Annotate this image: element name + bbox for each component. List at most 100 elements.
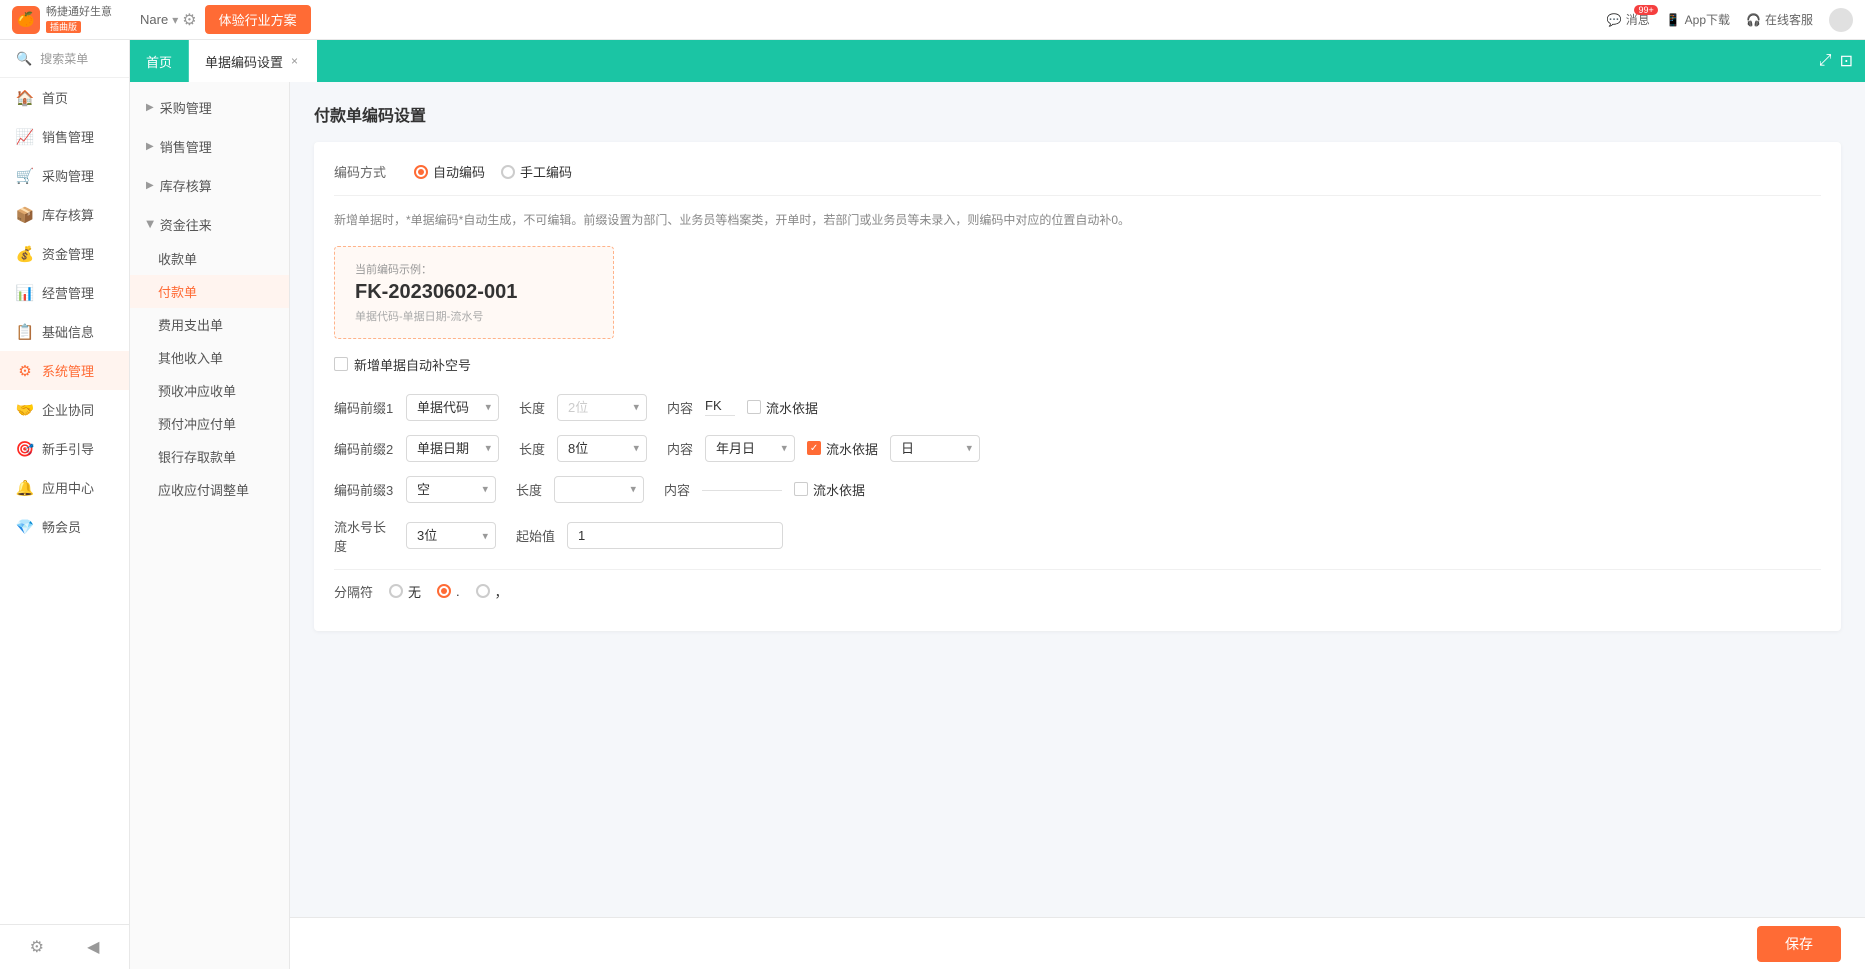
sub-sidebar-group-sales[interactable]: ▶ 销售管理 — [130, 129, 289, 164]
serial1-checkbox-box[interactable] — [747, 400, 761, 414]
serial2-checkbox-box[interactable]: ✓ — [807, 441, 821, 455]
serial3-checkbox-box[interactable] — [794, 482, 808, 496]
radio-sep-comma-icon — [476, 584, 490, 598]
sidebar-item-basics[interactable]: 📋 基础信息 — [0, 312, 129, 351]
length1-select-wrapper[interactable]: 2位 — [557, 394, 647, 421]
serial-length-label: 流水号长度 — [334, 517, 394, 555]
sub-sidebar: ▶ 采购管理 ▶ 销售管理 ▶ 库存核算 — [130, 82, 290, 969]
purchase-arrow-icon: ▶ — [146, 102, 154, 113]
page-title: 付款单编码设置 — [314, 102, 1841, 126]
tab-maximize-icon[interactable]: ⤢ — [1819, 52, 1832, 70]
top-bar-nav[interactable]: Nare ▾ ⚙ — [140, 10, 197, 30]
length3-select-wrapper[interactable] — [554, 476, 644, 503]
top-bar-left: 🍊 畅捷通好生意 插曲版 Nare ▾ ⚙ 体验行业方案 — [12, 5, 311, 34]
radio-sep-comma[interactable]: ， — [476, 582, 508, 601]
sub-sidebar-group-fund[interactable]: ▶ 资金往来 — [130, 207, 289, 242]
sub-sidebar-group-purchase[interactable]: ▶ 采购管理 — [130, 90, 289, 125]
nav-chevron-icon[interactable]: ▾ — [172, 13, 178, 27]
length2-label: 长度 — [519, 439, 545, 458]
sub-sidebar-leaf-pre-payable[interactable]: 预付冲应付单 — [130, 407, 289, 440]
app-download-button[interactable]: 📱 App下载 — [1666, 11, 1730, 28]
radio-sep-none[interactable]: 无 — [389, 582, 421, 601]
sub-sidebar-leaf-expense[interactable]: 费用支出单 — [130, 308, 289, 341]
online-service-button[interactable]: 🎧 在线客服 — [1746, 11, 1813, 28]
sidebar-bottom: ⚙ ◀ — [0, 924, 129, 969]
content1-label: 内容 — [667, 398, 693, 417]
serial3-checkbox[interactable]: 流水依据 — [794, 480, 865, 499]
sidebar-item-system[interactable]: ⚙ 系统管理 — [0, 351, 129, 390]
sidebar-item-sales[interactable]: 📈 销售管理 — [0, 117, 129, 156]
sidebar-item-finance[interactable]: 💰 资金管理 — [0, 234, 129, 273]
sidebar-settings-icon[interactable]: ⚙ — [26, 933, 48, 961]
prefix3-select[interactable]: 空 — [406, 476, 496, 503]
code-preview-label: 当前编码示例： — [355, 261, 593, 277]
start-value-input[interactable] — [567, 522, 783, 549]
auto-fill-checkbox[interactable] — [334, 357, 348, 371]
sub-sidebar-leaf-payment[interactable]: 付款单 — [130, 275, 289, 308]
message-button[interactable]: 💬 消息 99+ — [1607, 11, 1650, 28]
length2-select[interactable]: 8位 — [557, 435, 647, 462]
message-badge: 99+ — [1634, 5, 1657, 15]
settings-icon[interactable]: ⚙ — [182, 10, 196, 30]
prefix1-select[interactable]: 单据代码 — [406, 394, 499, 421]
serial1-checkbox[interactable]: 流水依据 — [747, 398, 818, 417]
sidebar-item-apps[interactable]: 🔔 应用中心 — [0, 468, 129, 507]
sub-sidebar-leaf-adjustment[interactable]: 应收应付调整单 — [130, 473, 289, 506]
sidebar-item-home[interactable]: 🏠 首页 — [0, 78, 129, 117]
main-layout: 🔍 搜索菜单 🏠 首页 📈 销售管理 🛒 采购管理 📦 库存核算 💰 资金管理 … — [0, 40, 1865, 969]
prefix3-label: 编码前缀3 — [334, 480, 394, 499]
length3-select[interactable] — [554, 476, 644, 503]
system-icon: ⚙ — [16, 362, 34, 380]
sales-arrow-icon: ▶ — [146, 141, 154, 152]
prefix1-label: 编码前缀1 — [334, 398, 394, 417]
prefix3-select-wrapper[interactable]: 空 — [406, 476, 496, 503]
save-button[interactable]: 保存 — [1757, 926, 1841, 962]
sub-sidebar-leaf-pre-receivable[interactable]: 预收冲应收单 — [130, 374, 289, 407]
prefix2-select[interactable]: 单据日期 — [406, 435, 499, 462]
sidebar-item-guide[interactable]: 🎯 新手引导 — [0, 429, 129, 468]
radio-manual-encode[interactable]: 手工编码 — [501, 162, 572, 181]
divider — [334, 569, 1821, 570]
inventory-icon: 📦 — [16, 206, 34, 224]
sub-sidebar-group-inventory[interactable]: ▶ 库存核算 — [130, 168, 289, 203]
serial2-period-wrapper[interactable]: 日 — [890, 435, 980, 462]
guide-icon: 🎯 — [16, 440, 34, 458]
sub-sidebar-leaf-bank[interactable]: 银行存取款单 — [130, 440, 289, 473]
sidebar-item-enterprise[interactable]: 🤝 企业协同 — [0, 390, 129, 429]
sidebar-item-operations[interactable]: 📊 经营管理 — [0, 273, 129, 312]
sidebar-item-purchase[interactable]: 🛒 采购管理 — [0, 156, 129, 195]
length2-select-wrapper[interactable]: 8位 — [557, 435, 647, 462]
encode-method-row: 编码方式 自动编码 手工编码 — [334, 162, 1821, 196]
serial-length-select[interactable]: 3位 — [406, 522, 496, 549]
code-preview-value: FK-20230602-001 — [355, 281, 593, 304]
sidebar-item-inventory[interactable]: 📦 库存核算 — [0, 195, 129, 234]
radio-sep-dot[interactable]: . — [437, 584, 460, 599]
prefix2-label: 编码前缀2 — [334, 439, 394, 458]
tab-encoding-settings[interactable]: 单据编码设置 × — [189, 40, 317, 82]
search-icon: 🔍 — [16, 51, 32, 67]
sub-sidebar-section-inventory: ▶ 库存核算 — [130, 168, 289, 203]
tab-close-icon[interactable]: × — [289, 52, 300, 70]
tab-home[interactable]: 首页 — [130, 40, 189, 82]
auto-fill-row[interactable]: 新增单据自动补空号 — [334, 355, 1821, 374]
sidebar-search[interactable]: 🔍 搜索菜单 — [0, 40, 129, 78]
radio-sep-none-icon — [389, 584, 403, 598]
user-avatar[interactable] — [1829, 8, 1853, 32]
sub-sidebar-leaf-receipt[interactable]: 收款单 — [130, 242, 289, 275]
prefix1-select-wrapper[interactable]: 单据代码 — [406, 394, 499, 421]
finance-icon: 💰 — [16, 245, 34, 263]
length1-select[interactable]: 2位 — [557, 394, 647, 421]
serial2-checkbox[interactable]: ✓ 流水依据 — [807, 439, 878, 458]
trial-button[interactable]: 体验行业方案 — [205, 5, 311, 34]
sidebar-item-member[interactable]: 💎 畅会员 — [0, 507, 129, 546]
radio-auto-encode[interactable]: 自动编码 — [414, 162, 485, 181]
serial2-period-select[interactable]: 日 — [890, 435, 980, 462]
prefix2-select-wrapper[interactable]: 单据日期 — [406, 435, 499, 462]
sub-sidebar-leaf-other-income[interactable]: 其他收入单 — [130, 341, 289, 374]
apps-icon: 🔔 — [16, 479, 34, 497]
content2-select-wrapper[interactable]: 年月日 — [705, 435, 795, 462]
serial-length-select-wrapper[interactable]: 3位 — [406, 522, 496, 549]
content2-select[interactable]: 年月日 — [705, 435, 795, 462]
sidebar-collapse-icon[interactable]: ◀ — [83, 933, 103, 961]
tab-restore-icon[interactable]: ⊡ — [1840, 51, 1853, 71]
